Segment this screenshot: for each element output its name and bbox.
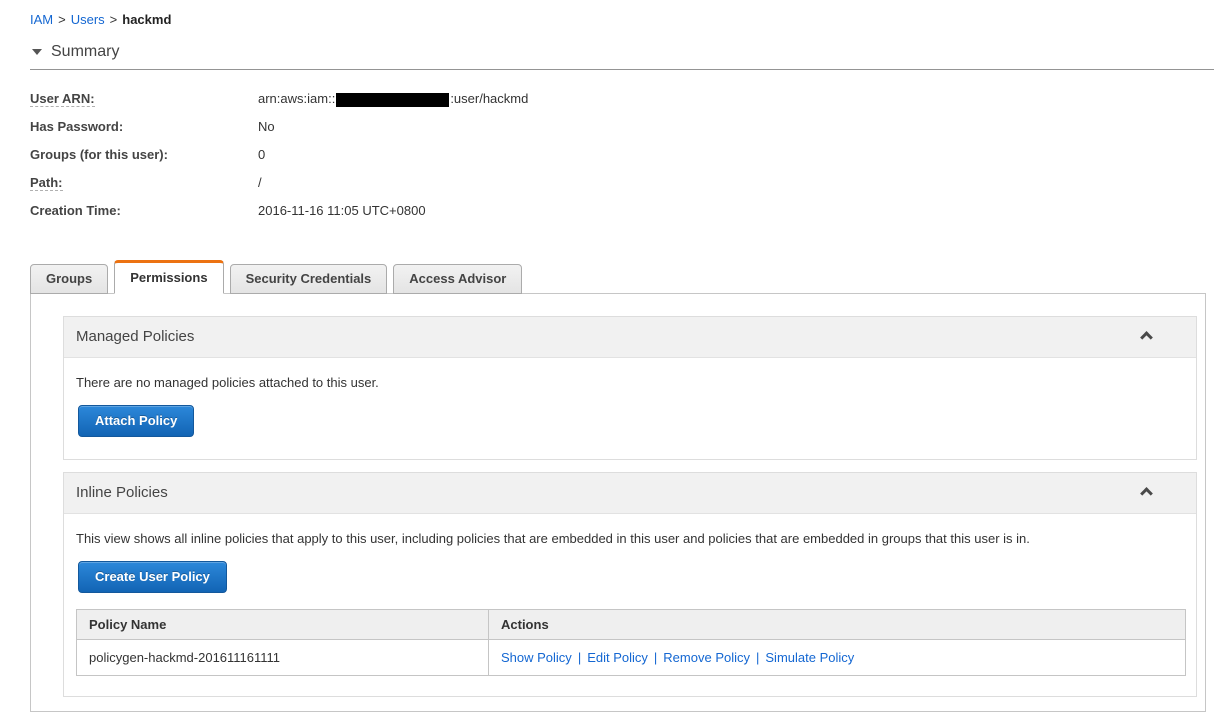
path-label: Path: xyxy=(30,175,63,191)
managed-policies-title: Managed Policies xyxy=(76,328,195,345)
inline-policies-table: Policy Name Actions policygen-hackmd-201… xyxy=(76,609,1186,676)
tab-security-credentials[interactable]: Security Credentials xyxy=(229,264,388,294)
inline-policies-header[interactable]: Inline Policies xyxy=(64,473,1196,514)
inline-policies-section: Inline Policies This view shows all inli… xyxy=(63,472,1197,697)
iam-user-detail-page: IAM > Users > hackmd Summary User ARN: arn:a… xyxy=(0,0,1214,712)
has-password-label: Has Password: xyxy=(30,119,124,134)
collapse-chevron-icon[interactable] xyxy=(1140,487,1153,500)
has-password-value: No xyxy=(258,119,275,134)
policy-name-cell: policygen-hackmd-201611161111 xyxy=(76,639,489,676)
breadcrumb-separator: > xyxy=(58,12,66,27)
permissions-tab-panel: Managed Policies There are no managed po… xyxy=(30,293,1206,712)
attach-policy-button[interactable]: Attach Policy xyxy=(78,405,195,437)
summary-fields: User ARN: arn:aws:iam:::user/hackmd Has … xyxy=(30,90,1214,220)
simulate-policy-link[interactable]: Simulate Policy xyxy=(765,650,854,665)
path-value: / xyxy=(258,175,262,190)
inline-policies-body: This view shows all inline policies that… xyxy=(64,514,1196,696)
field-row-has-password: Has Password: No xyxy=(30,118,1214,136)
actions-column-header: Actions xyxy=(488,609,1186,640)
tab-permissions[interactable]: Permissions xyxy=(114,260,224,294)
edit-policy-link[interactable]: Edit Policy xyxy=(587,650,648,665)
inline-policies-description: This view shows all inline policies that… xyxy=(76,531,1030,546)
summary-header[interactable]: Summary xyxy=(30,43,1214,61)
user-arn-label: User ARN: xyxy=(30,91,95,107)
field-row-path: Path: / xyxy=(30,174,1214,192)
policy-name-column-header: Policy Name xyxy=(76,609,489,640)
breadcrumb-link-users[interactable]: Users xyxy=(71,12,105,27)
field-row-groups: Groups (for this user): 0 xyxy=(30,146,1214,164)
action-separator: | xyxy=(577,650,582,665)
groups-value: 0 xyxy=(258,147,266,162)
creation-time-label: Creation Time: xyxy=(30,203,121,218)
managed-policies-section: Managed Policies There are no managed po… xyxy=(63,316,1197,460)
summary-divider xyxy=(30,69,1214,70)
policy-actions-cell: Show Policy | Edit Policy | Remove Policy | Si… xyxy=(488,639,1186,676)
managed-policies-empty-text: There are no managed policies attached t… xyxy=(76,375,379,390)
user-arn-value: arn:aws:iam:::user/hackmd xyxy=(258,91,529,107)
managed-policies-header[interactable]: Managed Policies xyxy=(64,317,1196,358)
breadcrumb-separator: > xyxy=(109,12,118,27)
show-policy-link[interactable]: Show Policy xyxy=(501,650,572,665)
collapse-chevron-icon[interactable] xyxy=(1140,331,1153,344)
tab-groups[interactable]: Groups xyxy=(30,264,109,294)
breadcrumb-current-user: hackmd xyxy=(122,12,172,27)
breadcrumb-link-iam[interactable]: IAM xyxy=(30,12,53,27)
groups-label: Groups (for this user): xyxy=(30,147,168,162)
creation-time-value: 2016-11-16 11:05 UTC+0800 xyxy=(258,203,426,218)
table-header-row: Policy Name Actions xyxy=(76,609,1186,640)
field-row-creation-time: Creation Time: 2016-11-16 11:05 UTC+0800 xyxy=(30,202,1214,220)
table-row: policygen-hackmd-201611161111 Show Polic… xyxy=(76,639,1186,676)
breadcrumb: IAM > Users > hackmd xyxy=(30,12,1214,27)
action-separator: | xyxy=(653,650,658,665)
managed-policies-body: There are no managed policies attached t… xyxy=(64,358,1196,459)
collapse-triangle-icon[interactable] xyxy=(32,49,42,55)
inline-policies-title: Inline Policies xyxy=(76,484,168,501)
field-row-user-arn: User ARN: arn:aws:iam:::user/hackmd xyxy=(30,90,1214,108)
remove-policy-link[interactable]: Remove Policy xyxy=(663,650,750,665)
tab-bar: Groups Permissions Security Credentials … xyxy=(30,260,1214,294)
action-separator: | xyxy=(756,650,760,665)
summary-title: Summary xyxy=(51,43,120,60)
redaction-box xyxy=(336,92,450,107)
create-user-policy-button[interactable]: Create User Policy xyxy=(78,561,227,593)
tab-access-advisor[interactable]: Access Advisor xyxy=(393,264,523,294)
